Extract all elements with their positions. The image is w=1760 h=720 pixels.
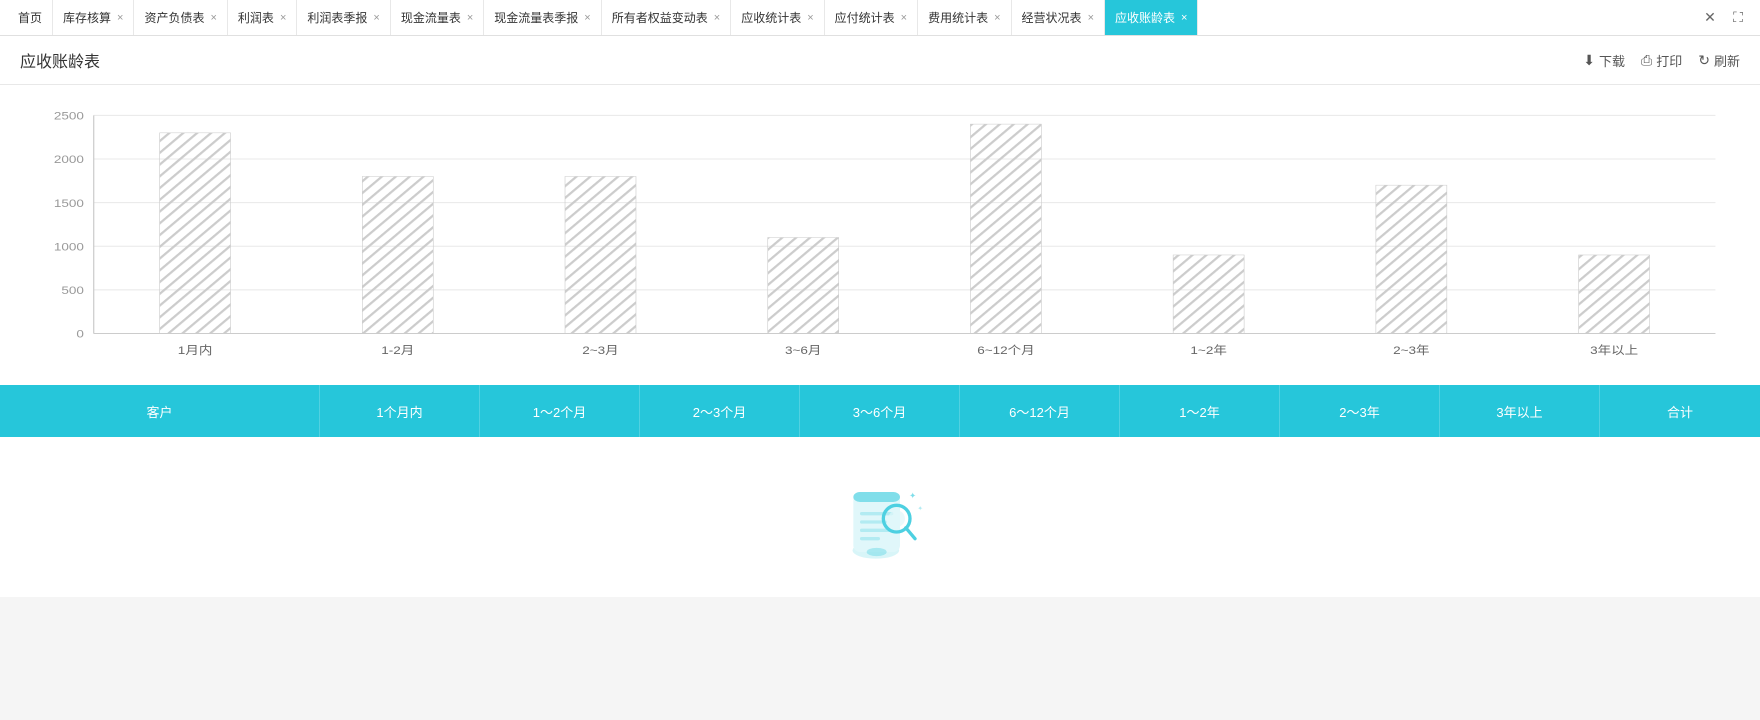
tab-label-1: 库存核算 xyxy=(63,9,111,26)
close-window-button[interactable]: ✕ xyxy=(1700,8,1720,28)
tab-item-9[interactable]: 应付统计表 × xyxy=(825,0,918,36)
tab-label-12: 应收账龄表 xyxy=(1115,9,1175,26)
svg-text:0: 0 xyxy=(76,328,84,341)
refresh-button[interactable]: ↻ 刷新 xyxy=(1698,51,1740,70)
tab-close-1[interactable]: × xyxy=(117,12,123,24)
download-label: 下载 xyxy=(1599,51,1625,70)
th-cell-9: 合计 xyxy=(1600,385,1760,437)
svg-text:1500: 1500 xyxy=(54,197,84,210)
svg-text:✦: ✦ xyxy=(918,504,924,512)
svg-text:2~3年: 2~3年 xyxy=(1393,344,1429,357)
tab-label-11: 经营状况表 xyxy=(1022,9,1082,26)
tab-close-5[interactable]: × xyxy=(467,12,473,24)
tab-item-0[interactable]: 首页 xyxy=(8,0,53,36)
tab-close-2[interactable]: × xyxy=(210,12,216,24)
tab-close-10[interactable]: × xyxy=(994,12,1000,24)
print-label: 打印 xyxy=(1656,51,1682,70)
th-cell-0: 客户 xyxy=(0,385,320,437)
print-button[interactable]: ⎙ 打印 xyxy=(1641,51,1682,70)
svg-text:✦: ✦ xyxy=(909,491,916,501)
th-cell-8: 3年以上 xyxy=(1440,385,1600,437)
tab-label-0: 首页 xyxy=(18,9,42,26)
tab-label-3: 利润表 xyxy=(238,9,274,26)
svg-text:1~2年: 1~2年 xyxy=(1190,344,1226,357)
refresh-icon: ↻ xyxy=(1698,52,1710,69)
th-cell-3: 2～3个月 xyxy=(640,385,800,437)
svg-text:3~6月: 3~6月 xyxy=(785,344,821,357)
tab-label-9: 应付统计表 xyxy=(835,9,895,26)
tab-close-9[interactable]: × xyxy=(901,12,907,24)
svg-text:1000: 1000 xyxy=(54,240,84,253)
header-actions: ⬇ 下载 ⎙ 打印 ↻ 刷新 xyxy=(1583,51,1740,70)
tab-close-12[interactable]: × xyxy=(1181,12,1187,24)
tab-label-2: 资产负债表 xyxy=(144,9,204,26)
tab-close-4[interactable]: × xyxy=(373,12,379,24)
th-cell-2: 1～2个月 xyxy=(480,385,640,437)
th-cell-7: 2～3年 xyxy=(1280,385,1440,437)
tab-close-8[interactable]: × xyxy=(807,12,813,24)
svg-text:2000: 2000 xyxy=(54,153,84,166)
page-title: 应收账龄表 xyxy=(20,48,100,72)
tab-label-6: 现金流量表季报 xyxy=(494,9,578,26)
tab-item-7[interactable]: 所有者权益变动表 × xyxy=(602,0,731,36)
tab-label-5: 现金流量表 xyxy=(401,9,461,26)
tab-close-6[interactable]: × xyxy=(584,12,590,24)
download-button[interactable]: ⬇ 下载 xyxy=(1583,51,1625,70)
svg-text:1-2月: 1-2月 xyxy=(381,344,414,357)
page-header: 应收账龄表 ⬇ 下载 ⎙ 打印 ↻ 刷新 xyxy=(0,36,1760,85)
tab-item-6[interactable]: 现金流量表季报 × xyxy=(484,0,601,36)
tab-item-11[interactable]: 经营状况表 × xyxy=(1012,0,1105,36)
svg-text:500: 500 xyxy=(61,284,84,297)
svg-text:2500: 2500 xyxy=(54,109,84,122)
tab-item-8[interactable]: 应收统计表 × xyxy=(731,0,824,36)
refresh-label: 刷新 xyxy=(1714,51,1740,70)
tab-bar: 首页库存核算×资产负债表×利润表×利润表季报×现金流量表×现金流量表季报×所有者… xyxy=(0,0,1760,36)
svg-text:3年以上: 3年以上 xyxy=(1590,344,1638,357)
tab-item-10[interactable]: 费用统计表 × xyxy=(918,0,1011,36)
tab-item-1[interactable]: 库存核算 × xyxy=(53,0,134,36)
tab-label-7: 所有者权益变动表 xyxy=(612,9,708,26)
tab-item-12[interactable]: 应收账龄表 × xyxy=(1105,0,1198,36)
maximize-window-button[interactable]: ⛶ xyxy=(1728,8,1748,28)
tab-item-4[interactable]: 利润表季报 × xyxy=(297,0,390,36)
tab-label-8: 应收统计表 xyxy=(741,9,801,26)
svg-text:2~3月: 2~3月 xyxy=(582,344,618,357)
tab-label-4: 利润表季报 xyxy=(307,9,367,26)
table-header: 客户1个月内1～2个月2～3个月3～6个月6～12个月1～2年2～3年3年以上合… xyxy=(0,385,1760,437)
th-cell-6: 1～2年 xyxy=(1120,385,1280,437)
tab-close-11[interactable]: × xyxy=(1088,12,1094,24)
th-cell-1: 1个月内 xyxy=(320,385,480,437)
print-icon: ⎙ xyxy=(1641,52,1652,69)
th-cell-5: 6～12个月 xyxy=(960,385,1120,437)
empty-state-icon: ✦ ✦ xyxy=(830,467,930,567)
tab-label-10: 费用统计表 xyxy=(928,9,988,26)
bar-chart-svg: 0 500 1000 1500 2000 2500 1月内 1-2月 2~3月 3~6月 6~12个… xyxy=(20,105,1740,375)
tab-close-3[interactable]: × xyxy=(280,12,286,24)
tab-item-5[interactable]: 现金流量表 × xyxy=(391,0,484,36)
content-area: 0 500 1000 1500 2000 2500 1月内 1-2月 2~3月 3~6月 6~12个… xyxy=(0,85,1760,597)
chart-container: 0 500 1000 1500 2000 2500 1月内 1-2月 2~3月 3~6月 6~12个… xyxy=(0,85,1760,385)
window-controls: ✕ ⛶ xyxy=(1700,8,1752,28)
th-cell-4: 3～6个月 xyxy=(800,385,960,437)
svg-text:6~12个月: 6~12个月 xyxy=(977,344,1034,357)
svg-text:1月内: 1月内 xyxy=(178,344,213,357)
tab-close-7[interactable]: × xyxy=(714,12,720,24)
tab-item-2[interactable]: 资产负债表 × xyxy=(134,0,227,36)
tab-item-3[interactable]: 利润表 × xyxy=(228,0,297,36)
download-icon: ⬇ xyxy=(1583,52,1595,69)
empty-state: ✦ ✦ xyxy=(0,437,1760,597)
